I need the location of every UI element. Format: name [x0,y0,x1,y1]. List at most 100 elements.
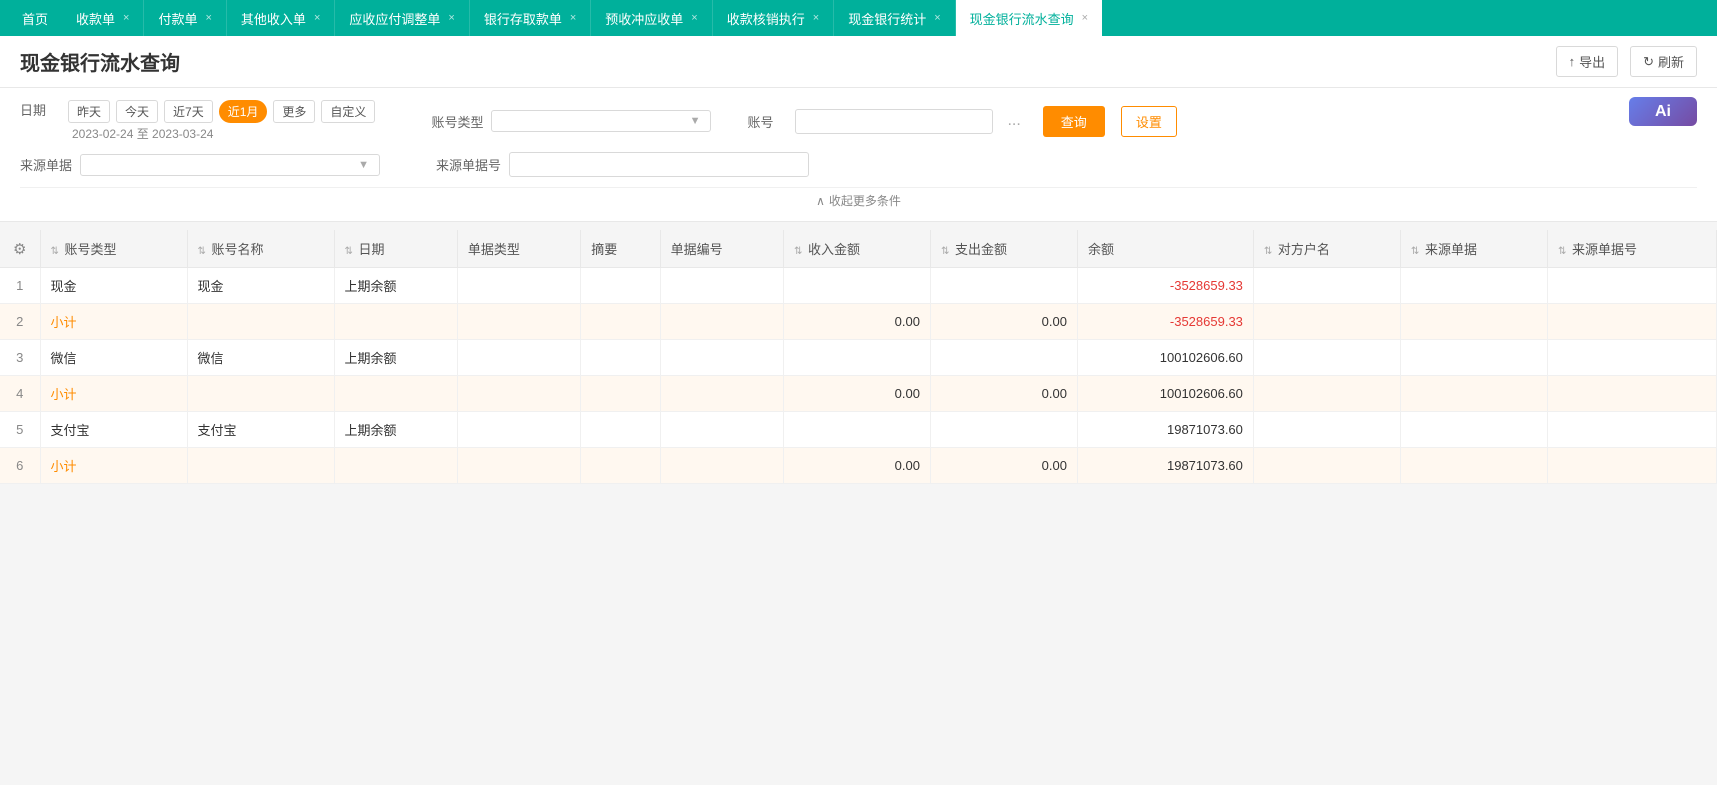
source-voucher-no-input[interactable] [509,152,809,177]
account-type-select[interactable]: ▼ [491,110,711,132]
account-input[interactable] [795,109,993,134]
col-expense[interactable]: ⇅ 支出金额 [930,230,1077,268]
table-cell [1400,268,1547,304]
table-cell [1253,412,1400,448]
sort-icon: ⇅ [198,246,206,257]
close-icon[interactable]: × [1082,12,1088,24]
date-options: 昨天 今天 近7天 近1月 更多 自定义 [68,100,375,123]
col-date[interactable]: ⇅ 日期 [334,230,457,268]
table-cell [457,376,580,412]
close-icon[interactable]: × [448,12,454,24]
table-cell [1400,340,1547,376]
nav-tab-prepay[interactable]: 预收冲应收单 × [591,0,712,36]
filter-row-source: 来源单据 ▼ 来源单据号 [20,152,1697,177]
close-icon[interactable]: × [813,12,819,24]
table-row: 3微信微信上期余额100102606.60 [0,340,1717,376]
table-cell [783,412,930,448]
table-cell: 上期余额 [334,268,457,304]
table-cell [1400,448,1547,484]
table-cell: 5 [0,412,40,448]
table-cell: 现金 [187,268,334,304]
table-cell [581,268,660,304]
table-cell [1547,412,1716,448]
sort-icon: ⇅ [1411,246,1419,257]
filter-row-date: 日期 昨天 今天 近7天 近1月 更多 自定义 2023-02-24 至 202… [20,100,1697,142]
table-cell [660,304,783,340]
col-account-name[interactable]: ⇅ 账号名称 [187,230,334,268]
account-type-arrow: ▼ [690,115,701,127]
date-btn-today[interactable]: 今天 [116,100,158,123]
table-cell [1547,304,1716,340]
collapse-bar[interactable]: ∧ 收起更多条件 [20,187,1697,213]
nav-tab-adjustment[interactable]: 应收应付调整单 × [335,0,469,36]
table-cell: 微信 [40,340,187,376]
table-cell: 0.00 [930,448,1077,484]
table-cell: 1 [0,268,40,304]
query-button[interactable]: 查询 [1043,106,1105,137]
table-header-row: ⚙ ⇅ 账号类型 ⇅ 账号名称 ⇅ 日期 单据类型 摘要 [0,230,1717,268]
date-btn-7days[interactable]: 近7天 [164,100,213,123]
table-cell: 微信 [187,340,334,376]
col-source-voucher-no[interactable]: ⇅ 来源单据号 [1547,230,1716,268]
table-cell [187,448,334,484]
nav-tab-payment[interactable]: 付款单 × [144,0,226,36]
table-cell: 4 [0,376,40,412]
table-cell [660,448,783,484]
date-btn-1month[interactable]: 近1月 [219,100,268,123]
table-cell [660,268,783,304]
table-cell [1400,376,1547,412]
col-source-voucher[interactable]: ⇅ 来源单据 [1400,230,1547,268]
nav-home[interactable]: 首页 [8,0,62,36]
more-dots[interactable]: ... [1001,112,1026,130]
date-btn-custom[interactable]: 自定义 [321,100,375,123]
table-cell [334,448,457,484]
table-cell: 3 [0,340,40,376]
nav-tab-cash-bank-stats[interactable]: 现金银行统计 × [834,0,955,36]
col-summary: 摘要 [581,230,660,268]
table-cell: 6 [0,448,40,484]
nav-tab-verify[interactable]: 收款核销执行 × [713,0,834,36]
filter-area: 日期 昨天 今天 近7天 近1月 更多 自定义 2023-02-24 至 202… [0,88,1717,222]
col-counterpart[interactable]: ⇅ 对方户名 [1253,230,1400,268]
close-icon[interactable]: × [314,12,320,24]
sort-icon: ⇅ [1264,246,1272,257]
table-cell: 上期余额 [334,412,457,448]
nav-tab-receipt[interactable]: 收款单 × [62,0,144,36]
settings-button[interactable]: 设置 [1121,106,1177,137]
table-row: 4小计0.000.00100102606.60 [0,376,1717,412]
date-btn-yesterday[interactable]: 昨天 [68,100,110,123]
table-cell: 上期余额 [334,340,457,376]
collapse-label: 收起更多条件 [829,192,901,209]
table-cell: 小计 [40,376,187,412]
source-voucher-select[interactable]: ▼ [80,154,380,176]
table-cell [457,412,580,448]
date-btn-more[interactable]: 更多 [273,100,315,123]
table-cell: 0.00 [930,376,1077,412]
nav-tab-other-income[interactable]: 其他收入单 × [227,0,335,36]
refresh-button[interactable]: ↻ 刷新 [1630,46,1697,77]
col-account-type[interactable]: ⇅ 账号类型 [40,230,187,268]
table-cell [1253,268,1400,304]
nav-tab-cash-bank-flow[interactable]: 现金银行流水查询 × [956,0,1102,36]
table-cell [660,412,783,448]
table-cell [660,376,783,412]
close-icon[interactable]: × [934,12,940,24]
close-icon[interactable]: × [205,12,211,24]
col-gear[interactable]: ⚙ [0,230,40,268]
table-cell: 0.00 [783,304,930,340]
col-voucher-no: 单据编号 [660,230,783,268]
col-balance: 余额 [1077,230,1253,268]
table-cell [581,376,660,412]
table-cell [930,268,1077,304]
export-button[interactable]: ↑ 导出 [1556,46,1619,77]
col-income[interactable]: ⇅ 收入金额 [783,230,930,268]
nav-tab-bank-deposit[interactable]: 银行存取款单 × [470,0,591,36]
close-icon[interactable]: × [570,12,576,24]
table-cell [457,448,580,484]
table-cell [1547,376,1716,412]
gear-icon[interactable]: ⚙ [13,241,26,258]
ai-badge[interactable]: Ai [1629,97,1697,126]
close-icon[interactable]: × [691,12,697,24]
table-cell [334,376,457,412]
close-icon[interactable]: × [123,12,129,24]
